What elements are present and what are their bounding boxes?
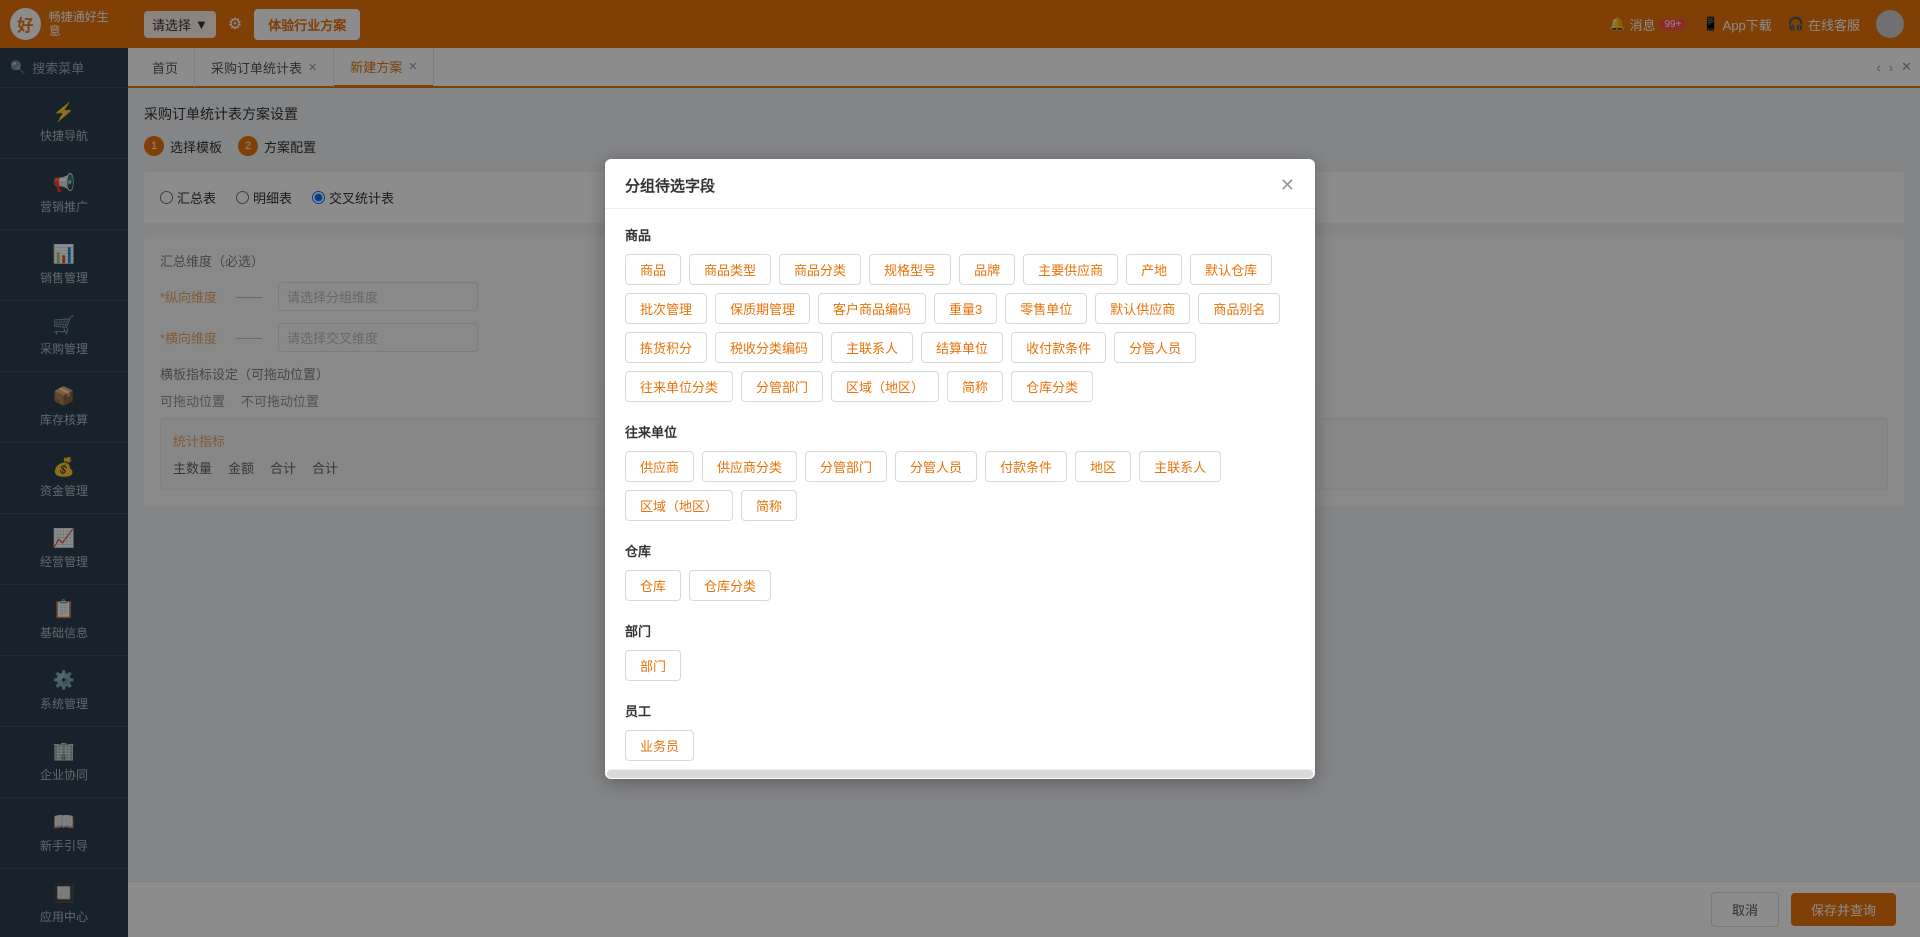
field-tag-分管部门[interactable]: 分管部门 xyxy=(741,371,823,402)
field-tag-简称[interactable]: 简称 xyxy=(741,490,797,521)
section-department: 部门 部门 xyxy=(625,621,1295,681)
field-tag-主联系人[interactable]: 主联系人 xyxy=(831,332,913,363)
field-tag-默认仓库[interactable]: 默认仓库 xyxy=(1190,254,1272,285)
field-tag-默认供应商[interactable]: 默认供应商 xyxy=(1095,293,1190,324)
section-counterpart: 往来单位 供应商供应商分类分管部门分管人员付款条件地区主联系人区域（地区） 简称 xyxy=(625,422,1295,521)
field-tag-商品[interactable]: 商品 xyxy=(625,254,681,285)
modal-overlay: 分组待选字段 ✕ 商品 商品商品类型商品分类规格型号品牌主要供应商产地默认仓库批… xyxy=(0,0,1920,937)
field-tag-主要供应商[interactable]: 主要供应商 xyxy=(1023,254,1118,285)
field-tag-规格型号[interactable]: 规格型号 xyxy=(869,254,951,285)
field-tag-分管人员[interactable]: 分管人员 xyxy=(1114,332,1196,363)
field-tag-业务员[interactable]: 业务员 xyxy=(625,730,694,761)
field-tag-拣货积分[interactable]: 拣货积分 xyxy=(625,332,707,363)
field-tag-主联系人[interactable]: 主联系人 xyxy=(1139,451,1221,482)
field-tag-产地[interactable]: 产地 xyxy=(1126,254,1182,285)
field-tag-收付款条件[interactable]: 收付款条件 xyxy=(1011,332,1106,363)
field-tag-零售单位[interactable]: 零售单位 xyxy=(1005,293,1087,324)
section-warehouse-fields: 仓库仓库分类 xyxy=(625,570,1295,601)
section-employee: 员工 业务员 xyxy=(625,701,1295,761)
field-tag-分管人员[interactable]: 分管人员 xyxy=(895,451,977,482)
field-tag-仓库分类[interactable]: 仓库分类 xyxy=(1011,371,1093,402)
field-tag-仓库[interactable]: 仓库 xyxy=(625,570,681,601)
field-tag-往来单位分类[interactable]: 往来单位分类 xyxy=(625,371,733,402)
modal-header: 分组待选字段 ✕ xyxy=(605,159,1315,209)
section-product-title: 商品 xyxy=(625,225,1295,244)
field-tag-商品别名[interactable]: 商品别名 xyxy=(1198,293,1280,324)
section-counterpart-title: 往来单位 xyxy=(625,422,1295,441)
modal-body[interactable]: 商品 商品商品类型商品分类规格型号品牌主要供应商产地默认仓库批次管理保质期管理客… xyxy=(605,209,1315,770)
section-department-title: 部门 xyxy=(625,621,1295,640)
field-tag-地区[interactable]: 地区 xyxy=(1075,451,1131,482)
modal-title: 分组待选字段 xyxy=(625,175,715,196)
section-warehouse-title: 仓库 xyxy=(625,541,1295,560)
section-employee-fields: 业务员 xyxy=(625,730,1295,761)
field-tag-结算单位[interactable]: 结算单位 xyxy=(921,332,1003,363)
field-tag-品牌[interactable]: 品牌 xyxy=(959,254,1015,285)
field-tag-重量3[interactable]: 重量3 xyxy=(934,293,997,324)
field-tag-供应商[interactable]: 供应商 xyxy=(625,451,694,482)
section-product: 商品 商品商品类型商品分类规格型号品牌主要供应商产地默认仓库批次管理保质期管理客… xyxy=(625,225,1295,402)
modal-close-icon[interactable]: ✕ xyxy=(1280,175,1295,196)
field-tag-批次管理[interactable]: 批次管理 xyxy=(625,293,707,324)
field-tag-商品分类[interactable]: 商品分类 xyxy=(779,254,861,285)
field-tag-供应商分类[interactable]: 供应商分类 xyxy=(702,451,797,482)
field-tag-仓库分类[interactable]: 仓库分类 xyxy=(689,570,771,601)
field-tag-客户商品编码[interactable]: 客户商品编码 xyxy=(818,293,926,324)
field-tag-部门[interactable]: 部门 xyxy=(625,650,681,681)
field-tag-付款条件[interactable]: 付款条件 xyxy=(985,451,1067,482)
section-employee-title: 员工 xyxy=(625,701,1295,720)
field-tag-简称[interactable]: 简称 xyxy=(947,371,1003,402)
horizontal-scrollbar-thumb[interactable] xyxy=(607,770,1313,778)
section-counterpart-fields: 供应商供应商分类分管部门分管人员付款条件地区主联系人区域（地区） 简称 xyxy=(625,451,1295,521)
field-tag-商品类型[interactable]: 商品类型 xyxy=(689,254,771,285)
modal-dialog: 分组待选字段 ✕ 商品 商品商品类型商品分类规格型号品牌主要供应商产地默认仓库批… xyxy=(605,159,1315,779)
modal-footer-scrollbar[interactable] xyxy=(605,769,1315,778)
section-warehouse: 仓库 仓库仓库分类 xyxy=(625,541,1295,601)
field-tag-区域（地区）[interactable]: 区域（地区） xyxy=(625,490,733,521)
field-tag-区域（地区）[interactable]: 区域（地区） xyxy=(831,371,939,402)
section-department-fields: 部门 xyxy=(625,650,1295,681)
field-tag-保质期管理[interactable]: 保质期管理 xyxy=(715,293,810,324)
field-tag-分管部门[interactable]: 分管部门 xyxy=(805,451,887,482)
section-product-fields: 商品商品类型商品分类规格型号品牌主要供应商产地默认仓库批次管理保质期管理客户商品… xyxy=(625,254,1295,402)
field-tag-税收分类编码[interactable]: 税收分类编码 xyxy=(715,332,823,363)
